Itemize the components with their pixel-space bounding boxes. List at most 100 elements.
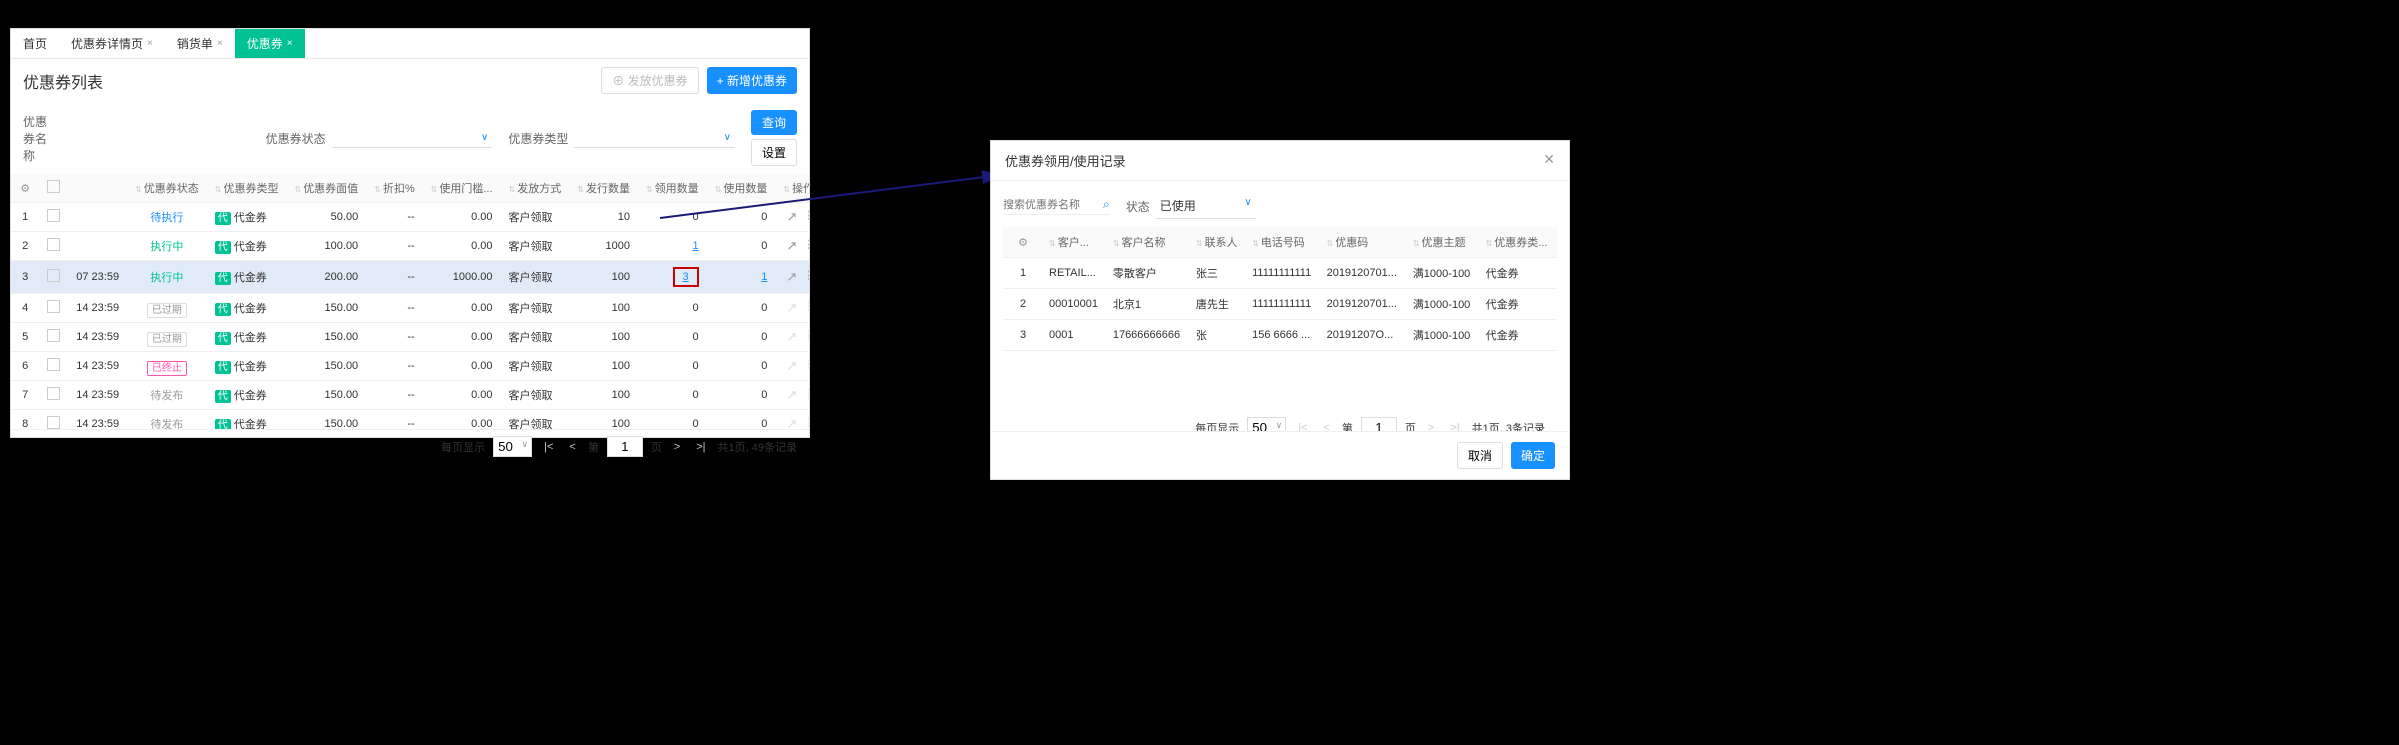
prev-page-button[interactable]: < — [565, 441, 579, 453]
type-cell: 代代金券 — [207, 410, 287, 430]
row-checkbox[interactable] — [47, 387, 60, 400]
page-input[interactable] — [1361, 417, 1397, 431]
table-row[interactable]: 3 07 23:59 执行中 代代金券 200.00 -- 1000.00 客户… — [11, 261, 809, 294]
filter-type-select[interactable]: ∨ — [574, 128, 735, 148]
last-page-button[interactable]: >| — [1446, 422, 1463, 432]
first-page-button[interactable]: |< — [1294, 422, 1311, 432]
table-row[interactable]: 1 RETAIL... 零散客户 张三 11111111111 20191207… — [1003, 258, 1557, 289]
first-page-button[interactable]: |< — [540, 441, 557, 453]
page-suffix: 页 — [651, 439, 662, 455]
tab[interactable]: 销货单× — [165, 29, 235, 58]
column-header[interactable]: ⇅操作 — [775, 174, 809, 203]
query-button[interactable]: 查询 — [751, 110, 797, 135]
qr-icon[interactable]: ⠿ — [806, 238, 809, 253]
status-cell: 执行中 — [127, 261, 207, 294]
tab[interactable]: 优惠券详情页 × — [59, 29, 165, 58]
search-icon[interactable]: ⌕ — [1103, 197, 1110, 212]
row-checkbox[interactable] — [47, 416, 60, 429]
row-checkbox[interactable] — [47, 269, 60, 282]
last-page-button[interactable]: >| — [692, 441, 709, 453]
prev-page-button[interactable]: < — [1319, 422, 1333, 432]
table-row[interactable]: 7 14 23:59 待发布 代代金券 150.00 -- 0.00 客户领取 … — [11, 381, 809, 410]
row-number: 1 — [1003, 258, 1043, 289]
qr-icon[interactable]: ⠿ — [806, 269, 809, 284]
row-checkbox[interactable] — [47, 329, 60, 342]
tab-label: 优惠券详情页 — [71, 35, 143, 52]
page-input[interactable] — [607, 436, 643, 457]
filter-name-input[interactable] — [65, 126, 250, 150]
share-icon: ↗ — [786, 387, 797, 402]
row-checkbox[interactable] — [47, 300, 60, 313]
table-row[interactable]: 4 14 23:59 已过期 代代金券 150.00 -- 0.00 客户领取 … — [11, 294, 809, 323]
contact-cell: 张三 — [1190, 258, 1246, 289]
share-icon[interactable]: ↗ — [786, 269, 797, 284]
column-header[interactable]: ⇅发行数量 — [569, 174, 638, 203]
next-page-button[interactable]: > — [1424, 422, 1438, 432]
use-count-link[interactable]: 1 — [761, 271, 767, 283]
tab[interactable]: 首页 — [11, 29, 59, 58]
page-total: 共1页, 49条记录 — [718, 439, 797, 455]
column-header[interactable]: ⇅优惠主题 — [1407, 227, 1480, 258]
column-header[interactable]: ⇅领用数量 — [638, 174, 707, 203]
share-icon[interactable]: ↗ — [786, 209, 797, 224]
subject-cell: 满1000-100 — [1407, 320, 1480, 351]
receive-count-link[interactable]: 3 — [683, 271, 689, 283]
gear-icon[interactable]: ⚙ — [20, 183, 30, 195]
detail-status-select[interactable]: 已使用 ∨ — [1156, 193, 1256, 219]
column-header[interactable]: ⇅优惠券面值 — [286, 174, 366, 203]
column-header[interactable]: ⇅优惠券类... — [1480, 227, 1557, 258]
column-header[interactable]: ⇅联系人 — [1190, 227, 1246, 258]
table-row[interactable]: 5 14 23:59 已过期 代代金券 150.00 -- 0.00 客户领取 … — [11, 323, 809, 352]
issue-count-cell: 10 — [569, 203, 638, 232]
column-header[interactable]: ⇅电话号码 — [1246, 227, 1320, 258]
receive-count-cell: 0 — [638, 381, 707, 410]
close-icon[interactable]: × — [287, 38, 293, 49]
column-header[interactable]: ⇅优惠券状态 — [127, 174, 207, 203]
row-checkbox[interactable] — [47, 209, 60, 222]
close-icon[interactable]: ✕ — [1543, 151, 1555, 170]
share-icon[interactable]: ↗ — [786, 238, 797, 253]
tab[interactable]: 优惠券× — [235, 29, 305, 58]
coupon-tag-icon: 代 — [215, 390, 231, 403]
customer-name-cell: 17666666666 — [1107, 320, 1190, 351]
column-header[interactable]: ⇅优惠码 — [1321, 227, 1407, 258]
per-page-select[interactable]: 50 — [1247, 417, 1286, 431]
filter-status-select[interactable]: ∨ — [332, 128, 493, 148]
per-page-select[interactable]: 50 — [493, 436, 532, 457]
close-icon[interactable]: × — [147, 38, 153, 49]
qr-icon[interactable]: ⠿ — [806, 209, 809, 224]
receive-count-link[interactable]: 1 — [693, 240, 699, 252]
action-cell: ↗ ⠿ — [775, 294, 809, 323]
table-row[interactable]: 1 待执行 代代金券 50.00 -- 0.00 客户领取 10 0 0 ↗ ⠿ — [11, 203, 809, 232]
value-cell: 150.00 — [286, 352, 366, 381]
receive-count-cell: 0 — [638, 203, 707, 232]
table-row[interactable]: 6 14 23:59 已终止 代代金券 150.00 -- 0.00 客户领取 … — [11, 352, 809, 381]
status-cell: 执行中 — [127, 232, 207, 261]
column-header[interactable]: ⇅折扣% — [366, 174, 422, 203]
column-header[interactable]: ⇅发放方式 — [501, 174, 570, 203]
confirm-button[interactable]: 确定 — [1511, 442, 1555, 469]
row-checkbox[interactable] — [47, 238, 60, 251]
column-header[interactable]: ⇅客户名称 — [1107, 227, 1190, 258]
usage-record-table: ⚙ ⇅客户...⇅客户名称⇅联系人⇅电话号码⇅优惠码⇅优惠主题⇅优惠券类... 1… — [1003, 227, 1557, 351]
table-row[interactable]: 3 0001 17666666666 张 156 6666 ... 201912… — [1003, 320, 1557, 351]
cancel-button[interactable]: 取消 — [1457, 442, 1503, 469]
column-header[interactable]: ⇅优惠券类型 — [207, 174, 287, 203]
issue-coupon-button[interactable]: ⊕ 发放优惠券 — [601, 67, 698, 94]
settings-button[interactable]: 设置 — [751, 139, 797, 166]
add-coupon-button[interactable]: + 新增优惠券 — [707, 67, 797, 94]
table-row[interactable]: 8 14 23:59 待发布 代代金券 150.00 -- 0.00 客户领取 … — [11, 410, 809, 430]
type-cell: 代代金券 — [207, 294, 287, 323]
select-all-checkbox[interactable] — [47, 180, 60, 193]
close-icon[interactable]: × — [217, 38, 223, 49]
next-page-button[interactable]: > — [670, 441, 684, 453]
gear-icon[interactable]: ⚙ — [1018, 237, 1028, 249]
row-checkbox[interactable] — [47, 358, 60, 371]
type-cell: 代代金券 — [207, 352, 287, 381]
table-row[interactable]: 2 执行中 代代金券 100.00 -- 0.00 客户领取 1000 1 0 … — [11, 232, 809, 261]
search-input[interactable] — [1003, 199, 1103, 211]
column-header[interactable]: ⇅客户... — [1043, 227, 1107, 258]
column-header[interactable]: ⇅使用数量 — [707, 174, 776, 203]
table-row[interactable]: 2 00010001 北京1 唐先生 11111111111 201912070… — [1003, 289, 1557, 320]
column-header[interactable]: ⇅使用门槛... — [423, 174, 501, 203]
